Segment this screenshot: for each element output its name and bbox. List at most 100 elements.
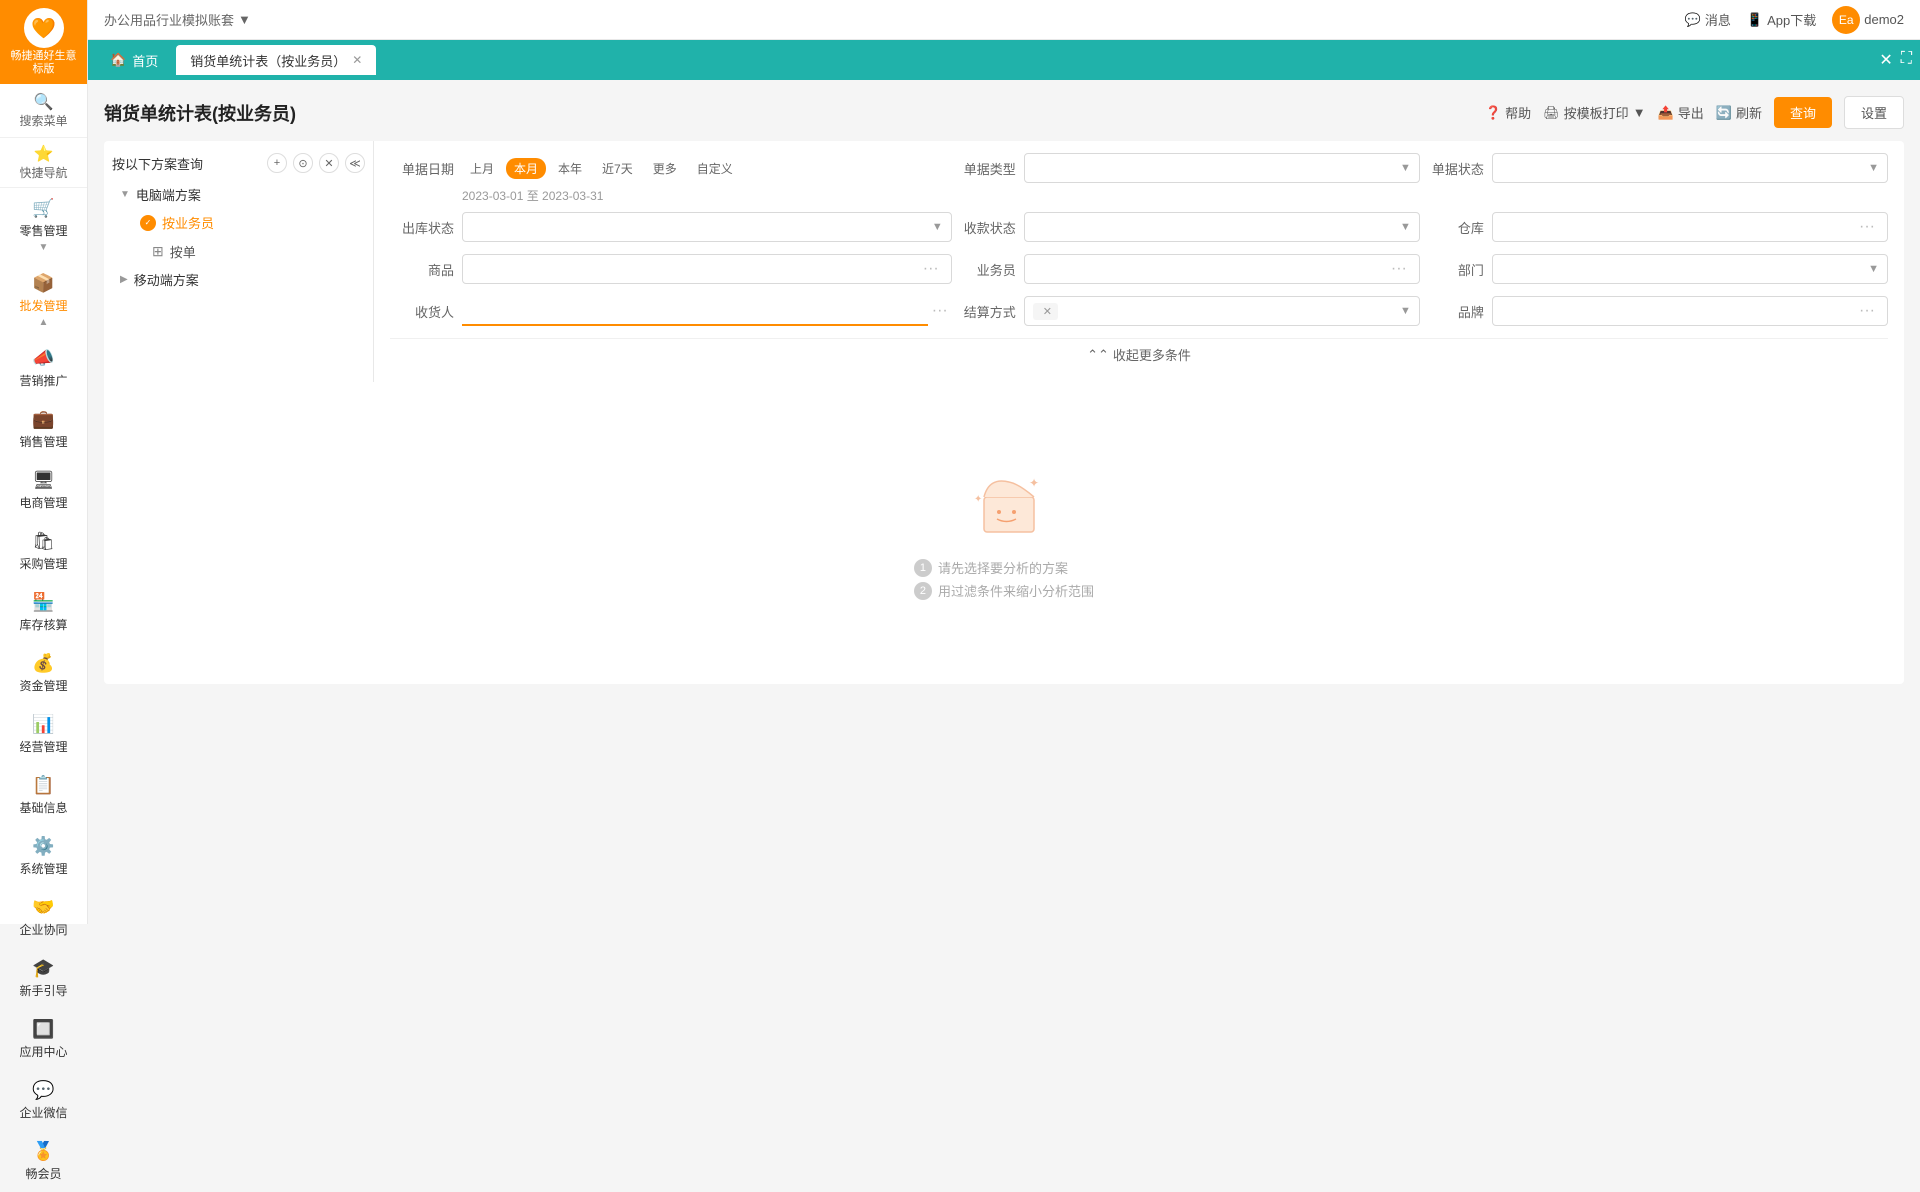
delete-scheme-btn[interactable]: ✕	[319, 153, 339, 173]
sidebar-item-basic[interactable]: 📋 基础信息	[0, 765, 87, 826]
sidebar-search[interactable]: 🔍 搜索菜单	[0, 84, 87, 138]
account-dropdown[interactable]: 办公用品行业模拟账套 ▼	[104, 10, 251, 29]
tree-collapse-icon: ▶	[120, 274, 128, 285]
ship-status-label: 出库状态	[390, 218, 462, 237]
template-print-btn[interactable]: 🖨 按模板打印 ▼	[1543, 103, 1645, 122]
sidebar-item-member[interactable]: 🏅 畅会员	[0, 1131, 87, 1192]
filter-cell-goods: 商品 ···	[390, 254, 952, 284]
filter-sidebar-header: 按以下方案查询 + ⊙ ✕ ≪	[112, 153, 365, 173]
sidebar-item-ecommerce[interactable]: 🖥 电商管理	[0, 460, 87, 521]
export-btn[interactable]: 📤 导出	[1658, 103, 1704, 122]
sidebar-item-finance[interactable]: 💰 资金管理	[0, 643, 87, 704]
filter-sidebar: 按以下方案查询 + ⊙ ✕ ≪ ▼ 电脑端方案	[104, 141, 374, 382]
chevron-down-icon: ▼	[1868, 162, 1879, 174]
refresh-icon: 🔄	[1716, 105, 1732, 121]
more-icon[interactable]: ···	[1855, 218, 1879, 236]
settings-button[interactable]: 设置	[1844, 96, 1904, 129]
tab-home[interactable]: 🏠 首页	[96, 45, 172, 75]
page-actions: ❓ 帮助 🖨 按模板打印 ▼ 📤 导出 🔄 刷新	[1485, 96, 1904, 129]
staff-select[interactable]: ···	[1024, 254, 1420, 284]
chevron-down-icon: ▼	[1868, 263, 1879, 275]
filter-cell-receiver: 收货人 ···	[390, 296, 952, 326]
date-last-month-btn[interactable]: 上月	[462, 158, 502, 179]
tree-sub-item-by-staff[interactable]: ✓ 按业务员	[112, 208, 365, 237]
sidebar-shortcut[interactable]: ⭐ 快捷导航	[0, 138, 87, 188]
sidebar-item-enterprise[interactable]: 🤝 企业协同	[0, 887, 87, 948]
more-icon[interactable]: ···	[919, 260, 943, 278]
doc-status-select[interactable]: ▼	[1492, 153, 1888, 183]
help-btn[interactable]: ❓ 帮助	[1485, 103, 1531, 122]
sidebar-item-inventory[interactable]: 🏪 库存核算	[0, 582, 87, 643]
filter-cell-dept: 部门 ▼	[1420, 254, 1888, 284]
refresh-btn[interactable]: 🔄 刷新	[1716, 103, 1762, 122]
goods-select[interactable]: ···	[462, 254, 952, 284]
doc-type-select[interactable]: ▼	[1024, 153, 1420, 183]
sidebar-item-operation[interactable]: 📊 经营管理	[0, 704, 87, 765]
date-more-btn[interactable]: 更多	[645, 158, 685, 179]
tabbar: 🏠 首页 销货单统计表（按业务员） ✕ ✕ ⛶	[88, 40, 1920, 80]
add-scheme-btn[interactable]: +	[267, 153, 287, 173]
sidebar-item-retail[interactable]: 🛒 零售管理 ▼	[0, 188, 87, 263]
date-custom-btn[interactable]: 自定义	[689, 158, 741, 179]
sidebar-item-newbie[interactable]: 🎓 新手引导	[0, 948, 87, 1009]
payment-tag-close[interactable]: ✕	[1043, 305, 1052, 318]
sidebar-item-wechat[interactable]: 💬 企业微信	[0, 1070, 87, 1131]
more-icon[interactable]: ···	[1387, 260, 1411, 278]
filter-cell-doc-type: 单据类型 ▼	[952, 153, 1420, 183]
window-close-icon[interactable]: ✕	[1879, 50, 1892, 70]
filter-row-2: 出库状态 ▼ 收款状态 ▼	[390, 212, 1888, 242]
brand-label: 品牌	[1420, 302, 1492, 321]
filter-section: 按以下方案查询 + ⊙ ✕ ≪ ▼ 电脑端方案	[104, 141, 1904, 382]
ship-status-select[interactable]: ▼	[462, 212, 952, 242]
receiver-input[interactable]	[462, 296, 928, 326]
download-icon: 📱	[1747, 12, 1763, 28]
maximize-icon[interactable]: ⛶	[1901, 50, 1912, 70]
avatar: Ea	[1832, 6, 1860, 34]
page-header: 销货单统计表(按业务员) ❓ 帮助 🖨 按模板打印 ▼ 📤 导出	[104, 96, 1904, 129]
more-icon[interactable]: ···	[1855, 302, 1879, 320]
date-range-text: 2023-03-01 至 2023-03-31	[462, 189, 603, 203]
main-area: 办公用品行业模拟账套 ▼ 💬 消息 📱 App下载 Ea demo2 🏠	[88, 0, 1920, 924]
filter-cell-brand: 品牌 ···	[1420, 296, 1888, 326]
sidebar-item-purchase[interactable]: 🛍 采购管理	[0, 521, 87, 582]
tab-close-icon[interactable]: ✕	[352, 53, 362, 67]
sidebar-item-sales[interactable]: 💼 销售管理	[0, 399, 87, 460]
collapse-btn[interactable]: ⌃⌃ 收起更多条件	[390, 338, 1888, 370]
page: 销货单统计表(按业务员) ❓ 帮助 🖨 按模板打印 ▼ 📤 导出	[88, 80, 1920, 700]
filter-row-3: 商品 ··· 业务员 ···	[390, 254, 1888, 284]
sidebar-item-system[interactable]: ⚙️ 系统管理	[0, 826, 87, 887]
app-logo[interactable]: 🧡 畅捷通好生意标版	[0, 0, 87, 84]
sidebar-item-marketing[interactable]: 📣 营销推广	[0, 338, 87, 399]
collapse-scheme-btn[interactable]: ≪	[345, 153, 365, 173]
app-download-btn[interactable]: 📱 App下载	[1747, 10, 1816, 29]
filter-cell-receipt-status: 收款状态 ▼	[952, 212, 1420, 242]
brand-select[interactable]: ···	[1492, 296, 1888, 326]
tree-item-mobile[interactable]: ▶ 移动端方案	[112, 266, 365, 293]
date-current-year-btn[interactable]: 本年	[550, 158, 590, 179]
content-area: 销货单统计表(按业务员) ❓ 帮助 🖨 按模板打印 ▼ 📤 导出	[88, 80, 1920, 924]
sidebar-item-wholesale[interactable]: 📦 批发管理 ▲	[0, 263, 87, 338]
more-icon[interactable]: ···	[928, 302, 952, 320]
doc-status-label: 单据状态	[1420, 159, 1492, 178]
payment-select[interactable]: ✕ ▼	[1024, 296, 1420, 326]
goods-label: 商品	[390, 260, 462, 279]
date-current-month-btn[interactable]: 本月	[506, 158, 546, 179]
sidebar-item-apps[interactable]: 🔲 应用中心	[0, 1009, 87, 1070]
topbar: 办公用品行业模拟账套 ▼ 💬 消息 📱 App下载 Ea demo2	[88, 0, 1920, 40]
message-btn[interactable]: 💬 消息	[1685, 10, 1731, 29]
date-last7days-btn[interactable]: 近7天	[594, 158, 641, 179]
query-button[interactable]: 查询	[1774, 97, 1832, 128]
filter-cell-date: 单据日期 上月 本月 本年 近7天 更多 自定义	[390, 158, 952, 179]
warehouse-select[interactable]: ···	[1492, 212, 1888, 242]
home-icon: 🏠	[110, 52, 126, 68]
chevron-down-icon: ▼	[1633, 105, 1646, 120]
user-avatar-btn[interactable]: Ea demo2	[1832, 6, 1904, 34]
receipt-status-select[interactable]: ▼	[1024, 212, 1420, 242]
tab-sales-stats[interactable]: 销货单统计表（按业务员） ✕	[176, 45, 376, 75]
dept-select[interactable]: ▼	[1492, 254, 1888, 284]
edit-scheme-btn[interactable]: ⊙	[293, 153, 313, 173]
filter-cell-ship-status: 出库状态 ▼	[390, 212, 952, 242]
tree-item-desktop[interactable]: ▼ 电脑端方案	[112, 181, 365, 208]
tree-sub2-by-order[interactable]: ⊞ 按单	[112, 237, 365, 266]
chevron-down-icon: ▼	[1400, 305, 1411, 317]
